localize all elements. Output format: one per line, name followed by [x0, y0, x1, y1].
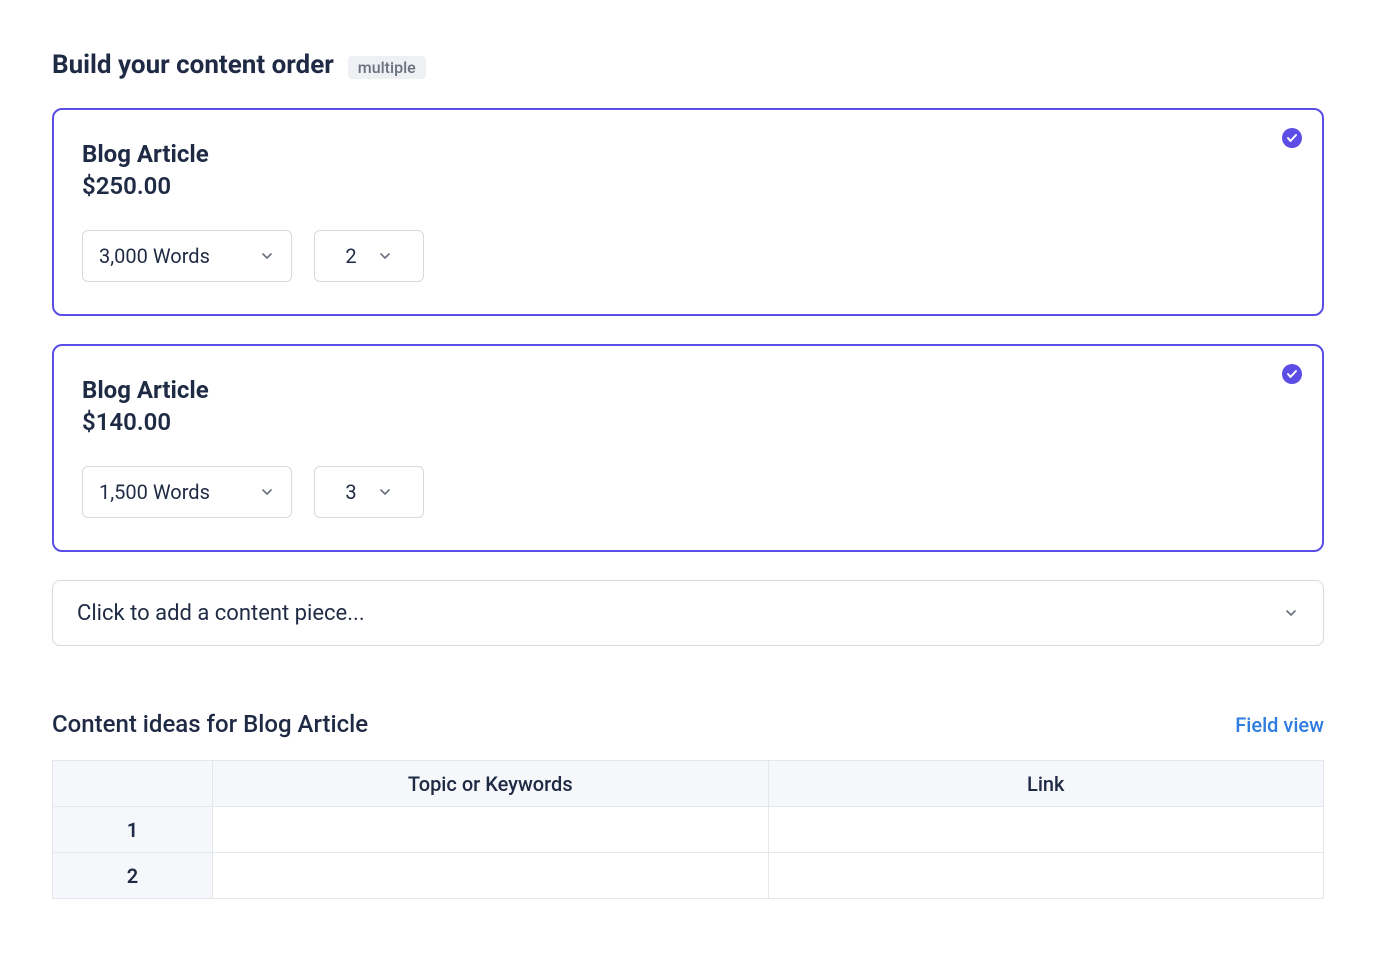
topic-cell[interactable]: [213, 853, 769, 899]
table-row: 1: [53, 807, 1324, 853]
link-cell[interactable]: [768, 807, 1324, 853]
table-row: 2: [53, 853, 1324, 899]
table-header-blank: [53, 761, 213, 807]
ideas-title: Content ideas for Blog Article: [52, 710, 368, 738]
chevron-down-icon: [377, 484, 393, 500]
words-value: 1,500 Words: [99, 480, 210, 504]
link-cell[interactable]: [768, 853, 1324, 899]
topic-cell[interactable]: [213, 807, 769, 853]
ideas-table: Topic or Keywords Link 1 2: [52, 760, 1324, 899]
words-dropdown[interactable]: 1,500 Words: [82, 466, 292, 518]
order-card: Blog Article $140.00 1,500 Words 3: [52, 344, 1324, 552]
row-number: 1: [53, 807, 213, 853]
field-view-link[interactable]: Field view: [1235, 713, 1324, 737]
quantity-dropdown[interactable]: 3: [314, 466, 424, 518]
table-header-link: Link: [768, 761, 1324, 807]
check-icon: [1282, 128, 1302, 148]
words-value: 3,000 Words: [99, 244, 210, 268]
chevron-down-icon: [259, 484, 275, 500]
table-header-topic: Topic or Keywords: [213, 761, 769, 807]
order-card: Blog Article $250.00 3,000 Words 2: [52, 108, 1324, 316]
add-content-piece-label: Click to add a content piece...: [77, 601, 365, 626]
check-icon: [1282, 364, 1302, 384]
ideas-header: Content ideas for Blog Article Field vie…: [52, 710, 1324, 738]
mode-badge: multiple: [348, 56, 426, 79]
quantity-value: 3: [345, 480, 356, 504]
quantity-value: 2: [345, 244, 356, 268]
page-title: Build your content order: [52, 50, 334, 80]
chevron-down-icon: [377, 248, 393, 264]
order-price: $140.00: [82, 408, 1294, 436]
row-number: 2: [53, 853, 213, 899]
chevron-down-icon: [1283, 605, 1299, 621]
order-title: Blog Article: [82, 140, 1294, 168]
quantity-dropdown[interactable]: 2: [314, 230, 424, 282]
words-dropdown[interactable]: 3,000 Words: [82, 230, 292, 282]
add-content-piece-button[interactable]: Click to add a content piece...: [52, 580, 1324, 646]
order-title: Blog Article: [82, 376, 1294, 404]
chevron-down-icon: [259, 248, 275, 264]
page-header: Build your content order multiple: [52, 50, 1324, 80]
order-price: $250.00: [82, 172, 1294, 200]
